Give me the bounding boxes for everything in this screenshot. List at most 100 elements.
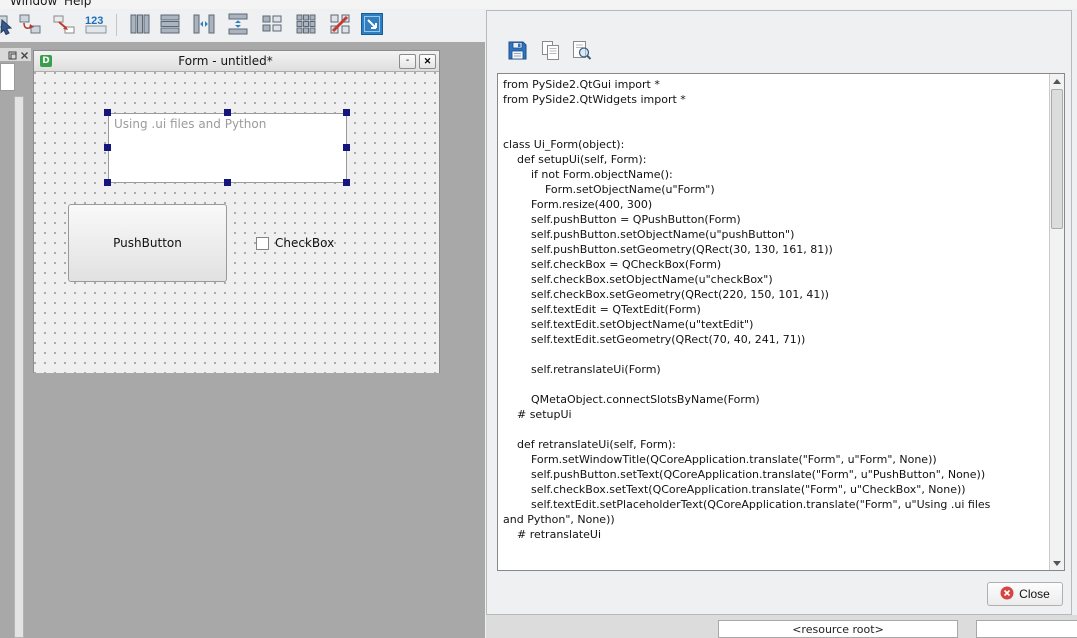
code-view[interactable]: from PySide2.QtGui import *from PySide2.… [497,73,1065,571]
selection-handle[interactable] [343,179,350,186]
code-line: QMetaObject.connectSlotsByName(Form) [503,392,1047,407]
code-line: self.retranslateUi(Form) [503,362,1047,377]
layout-form-button[interactable] [258,11,286,39]
edit-widgets-icon [0,13,15,38]
toolbar-separator [116,14,117,36]
layout-grid-button[interactable] [292,11,320,39]
mdi-area: D Form - untitled* - ✕ Using .ui files a… [0,42,485,638]
code-line: from PySide2.QtGui import * [503,77,1047,92]
resource-browser-strip: <resource root> [486,615,1077,638]
code-line: self.pushButton = QPushButton(Form) [503,212,1047,227]
code-line: self.textEdit.setPlaceholderText(QCoreAp… [503,497,1047,512]
code-line: def setupUi(self, Form): [503,152,1047,167]
selection-handle[interactable] [224,179,231,186]
signal-slot-icon [19,13,41,38]
checkbox-box-icon[interactable] [256,237,269,250]
textedit-placeholder: Using .ui files and Python [109,114,346,134]
code-line: self.pushButton.setObjectName(u"pushButt… [503,227,1047,242]
form-close-button[interactable]: ✕ [419,54,436,69]
edit-buddies-button[interactable] [50,11,78,39]
code-line [503,122,1047,137]
code-line: self.checkBox.setObjectName(u"checkBox") [503,272,1047,287]
scroll-up-icon[interactable] [1050,74,1064,88]
code-line: # setupUi [503,407,1047,422]
break-layout-button[interactable] [326,11,354,39]
dock-titlebar [0,48,31,61]
code-line: if not Form.objectName(): [503,167,1047,182]
form-layout-icon [261,13,283,38]
code-line: self.pushButton.setText(QCoreApplication… [503,467,1047,482]
selection-handle[interactable] [104,144,111,151]
tab-order-123-icon: 123 [84,13,108,38]
pushbutton-widget[interactable]: PushButton [68,204,227,282]
code-line: Form.resize(400, 300) [503,197,1047,212]
close-button-label: Close [1019,587,1050,601]
find-button[interactable] [567,38,595,66]
code-line [503,377,1047,392]
code-line: # retranslateUi [503,527,1047,542]
code-preview-dialog: from PySide2.QtGui import *from PySide2.… [486,10,1072,615]
layout-horizontal-icon [129,13,151,38]
code-line: Form.setObjectName(u"Form") [503,182,1047,197]
code-line: self.pushButton.setGeometry(QRect(30, 13… [503,242,1047,257]
dock-close-icon[interactable] [20,45,29,64]
break-layout-icon [329,13,351,38]
code-vertical-scrollbar[interactable] [1049,74,1064,570]
form-minimize-button[interactable]: - [399,54,416,69]
buddy-icon [53,13,75,38]
layout-splitter-horizontal-button[interactable] [190,11,218,39]
scroll-down-icon[interactable] [1050,556,1064,570]
layout-vertical-icon [159,13,181,38]
splitter-vertical-icon [227,13,249,38]
copy-button[interactable] [536,38,564,66]
splitter-horizontal-icon [193,13,215,38]
form-window-titlebar[interactable]: D Form - untitled* - ✕ [34,51,439,72]
checkbox-widget[interactable]: CheckBox [256,230,334,256]
menu-window[interactable]: Window [10,0,57,8]
code-text[interactable]: from PySide2.QtGui import *from PySide2.… [498,74,1049,570]
selection-handle[interactable] [104,179,111,186]
qt-designer-screen: Window Help 123 [0,0,1077,638]
textedit-widget[interactable]: Using .ui files and Python [108,113,347,183]
save-button[interactable] [503,38,531,66]
find-icon [571,40,592,64]
form-editor-window: D Form - untitled* - ✕ Using .ui files a… [33,50,440,373]
grid-layout-icon [295,13,317,38]
code-line [503,347,1047,362]
scrollbar-thumb[interactable] [1051,89,1063,229]
close-red-icon [1000,586,1014,603]
edit-signals-slots-button[interactable] [16,11,44,39]
widget-box-scrollbar[interactable] [14,96,24,638]
code-line: Form.setWindowTitle(QCoreApplication.tra… [503,452,1047,467]
selection-handle[interactable] [343,144,350,151]
dock-float-icon[interactable] [8,45,17,64]
form-file-icon: D [40,55,52,67]
widget-box-filter-input[interactable] [0,63,15,91]
form-canvas[interactable]: Using .ui files and Python PushButton Ch… [34,72,439,373]
layout-horizontal-button[interactable] [126,11,154,39]
layout-vertical-button[interactable] [156,11,184,39]
code-line: self.checkBox.setText(QCoreApplication.t… [503,482,1047,497]
code-line: self.textEdit.setGeometry(QRect(70, 40, … [503,332,1047,347]
menubar: Window Help [0,0,1077,9]
code-line: self.checkBox.setGeometry(QRect(220, 150… [503,287,1047,302]
code-line: self.textEdit.setObjectName(u"textEdit") [503,317,1047,332]
form-window-title: Form - untitled* [52,54,399,68]
menu-help[interactable]: Help [64,0,91,8]
adjust-size-button[interactable] [358,11,386,39]
code-line [503,422,1047,437]
checkbox-label: CheckBox [275,236,334,250]
code-line: and Python", None)) [503,512,1047,527]
selection-handle[interactable] [343,109,350,116]
edit-tab-order-button[interactable]: 123 [82,11,110,39]
svg-text:123: 123 [85,15,103,27]
layout-splitter-vertical-button[interactable] [224,11,252,39]
selection-handle[interactable] [104,109,111,116]
close-button[interactable]: Close [987,582,1063,606]
resource-root-label: <resource root> [792,623,884,636]
resource-side-panel[interactable] [976,620,1077,638]
resource-root-item[interactable]: <resource root> [718,620,958,638]
copy-icon [540,40,561,64]
code-line: def retranslateUi(self, Form): [503,437,1047,452]
selection-handle[interactable] [224,109,231,116]
